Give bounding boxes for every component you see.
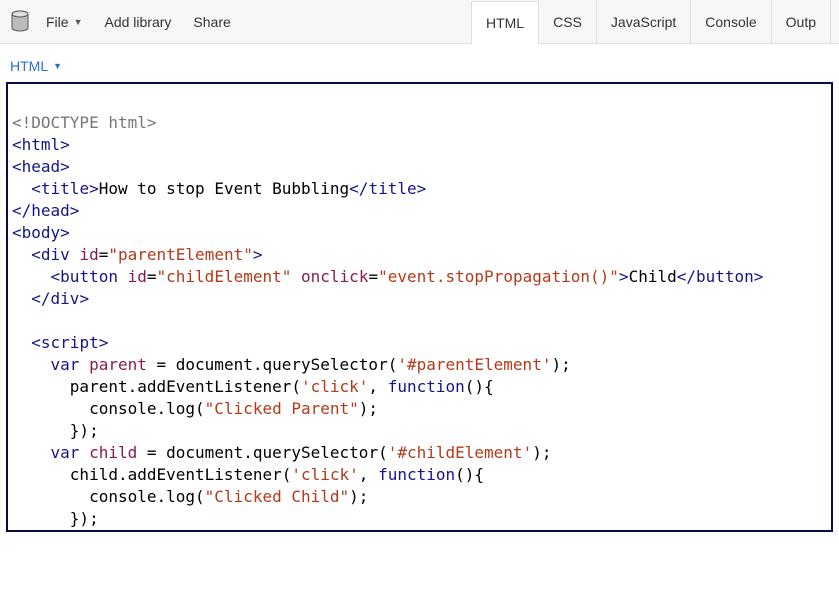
file-menu-label: File — [46, 14, 69, 30]
editor-sub-bar: HTML ▼ — [0, 44, 839, 82]
tab-css[interactable]: CSS — [538, 0, 596, 43]
add-library-label: Add library — [104, 14, 171, 30]
top-toolbar: File ▼ Add library Share HTML CSS JavaScr… — [0, 0, 839, 44]
share-menu[interactable]: Share — [193, 14, 230, 30]
add-library-menu[interactable]: Add library — [104, 14, 171, 30]
code-content: <!DOCTYPE html> <html> <head> <title>How… — [8, 84, 831, 532]
editor-language-label: HTML — [10, 58, 48, 74]
tab-javascript[interactable]: JavaScript — [596, 0, 690, 43]
jsbin-logo-icon[interactable] — [8, 10, 32, 34]
chevron-down-icon: ▼ — [53, 61, 62, 71]
chevron-down-icon: ▼ — [74, 17, 83, 27]
tab-html[interactable]: HTML — [471, 1, 538, 44]
code-editor[interactable]: <!DOCTYPE html> <html> <head> <title>How… — [6, 82, 833, 532]
file-menu[interactable]: File ▼ — [46, 14, 82, 30]
share-label: Share — [193, 14, 230, 30]
panel-tabs: HTML CSS JavaScript Console Outp — [471, 0, 831, 43]
tab-console[interactable]: Console — [690, 0, 770, 43]
editor-language-dropdown[interactable]: HTML ▼ — [10, 58, 62, 74]
tab-output[interactable]: Outp — [771, 0, 831, 43]
